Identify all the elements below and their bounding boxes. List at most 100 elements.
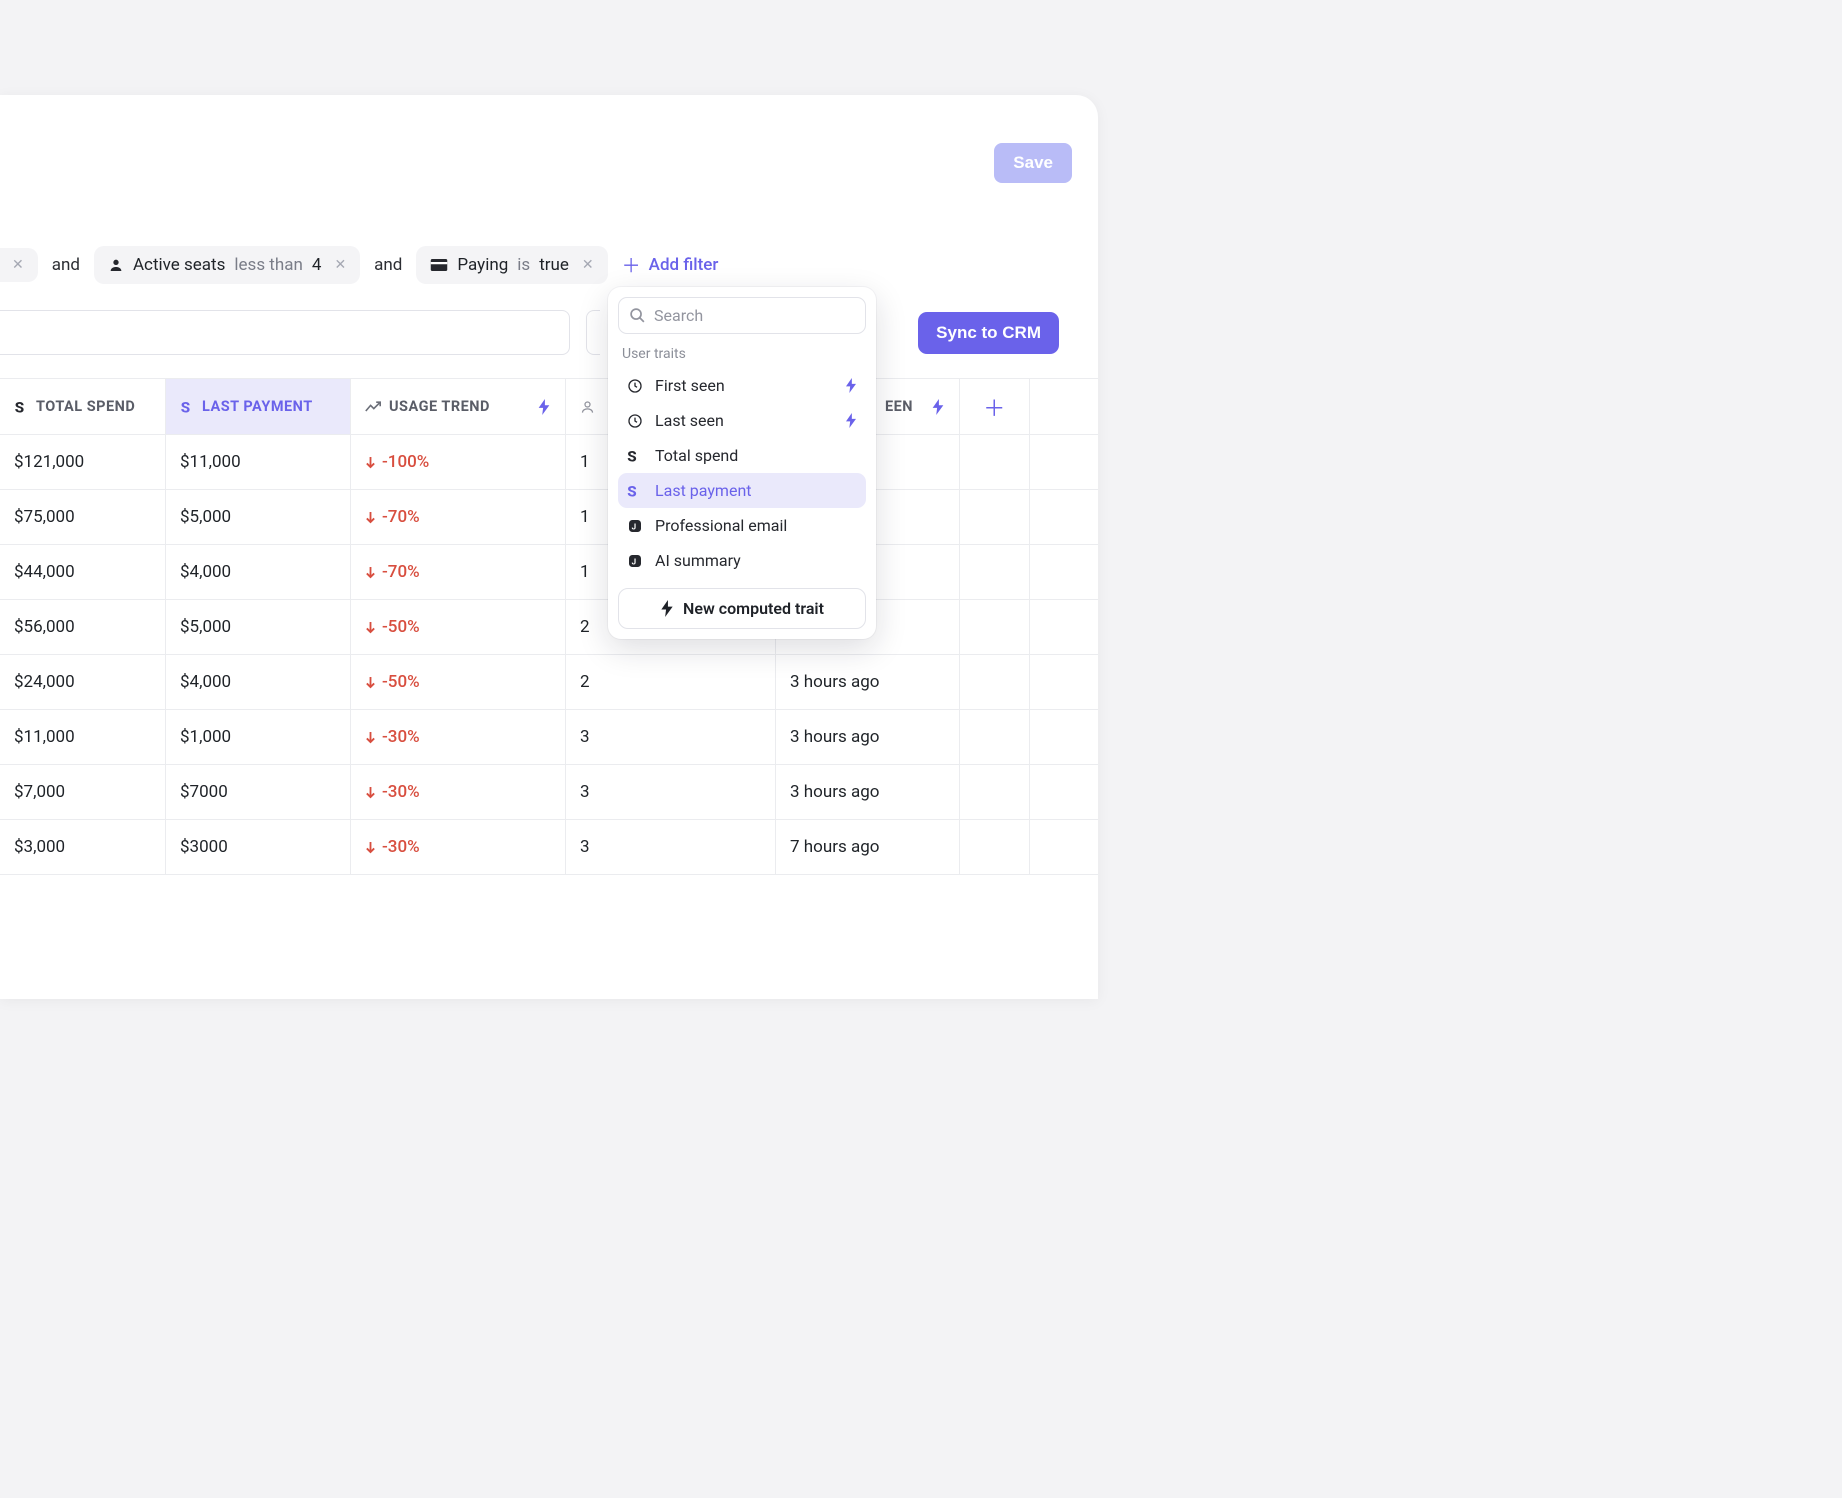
col-label: Last Payment: [202, 398, 313, 415]
cell-seen: 3 hours ago: [776, 710, 960, 764]
close-icon[interactable]: ✕: [582, 257, 594, 273]
main-panel: Save ✕ and Active seats less than 4 ✕ an…: [0, 95, 1098, 999]
col-total-spend[interactable]: S Total Spend: [0, 379, 166, 434]
badge-icon: J: [627, 553, 645, 569]
cell-usage-trend: -70%: [351, 545, 566, 599]
trait-option-last-payment[interactable]: S Last payment: [618, 473, 866, 508]
trait-option-last-seen[interactable]: Last seen: [618, 403, 866, 438]
cell-empty: [960, 545, 1030, 599]
stripe-icon: S: [14, 399, 28, 415]
trait-option-label: First seen: [655, 376, 725, 395]
stripe-icon: S: [180, 399, 194, 415]
cell-last-payment: $7000: [166, 765, 351, 819]
table-row[interactable]: $24,000$4,000-50%23 hours ago: [0, 655, 1098, 710]
cell-usage-trend: -100%: [351, 435, 566, 489]
cell-count: 3: [566, 765, 776, 819]
cell-usage-trend: -50%: [351, 655, 566, 709]
svg-text:S: S: [15, 399, 25, 415]
svg-text:S: S: [627, 483, 636, 499]
cell-total-spend: $24,000: [0, 655, 166, 709]
new-computed-trait-button[interactable]: New computed trait: [618, 588, 866, 629]
chip-value: 4: [312, 255, 322, 275]
bolt-icon: [845, 378, 857, 393]
table-row[interactable]: $121,000$11,000-100%1: [0, 435, 1098, 490]
cell-last-payment: $1,000: [166, 710, 351, 764]
cell-empty: [960, 435, 1030, 489]
cell-total-spend: $56,000: [0, 600, 166, 654]
trait-search-input[interactable]: Search: [618, 297, 866, 334]
col-label-partial: een: [885, 398, 913, 415]
cell-total-spend: $121,000: [0, 435, 166, 489]
card-icon: [430, 258, 448, 272]
search-placeholder: Search: [654, 306, 703, 325]
filter-chip-paying[interactable]: Paying is true ✕: [416, 246, 607, 284]
search-icon: [629, 307, 646, 324]
table-row[interactable]: $56,000$5,000-50%2o: [0, 600, 1098, 655]
filter-chip-active-seats[interactable]: Active seats less than 4 ✕: [94, 246, 360, 284]
col-label: Usage Trend: [389, 398, 490, 415]
cell-last-payment: $5,000: [166, 600, 351, 654]
trait-option-professional-email[interactable]: J Professional email: [618, 508, 866, 543]
trait-option-label: Total spend: [655, 446, 738, 465]
search-input-outline[interactable]: [0, 310, 570, 355]
trait-option-first-seen[interactable]: First seen: [618, 368, 866, 403]
save-button[interactable]: Save: [994, 143, 1072, 183]
clock-icon: [627, 378, 645, 394]
table-row[interactable]: $75,000$5,000-70%1: [0, 490, 1098, 545]
table-row[interactable]: $3,000$3000-30%37 hours ago: [0, 820, 1098, 875]
cell-seen: 7 hours ago: [776, 820, 960, 874]
svg-text:S: S: [627, 448, 636, 464]
cell-total-spend: $75,000: [0, 490, 166, 544]
trait-option-label: Professional email: [655, 516, 787, 535]
popover-section-title: User traits: [622, 346, 862, 362]
adjacent-control-outline[interactable]: [586, 310, 600, 355]
add-filter-label: Add filter: [649, 255, 719, 275]
cell-count: 3: [566, 710, 776, 764]
trait-option-ai-summary[interactable]: JAI summary: [618, 543, 866, 578]
close-icon[interactable]: ✕: [334, 257, 346, 273]
person-icon: [580, 399, 595, 415]
col-last-payment[interactable]: S Last Payment: [166, 379, 351, 434]
clock-icon: [627, 413, 645, 429]
trait-option-label: Last payment: [655, 481, 752, 500]
close-icon[interactable]: ✕: [12, 257, 24, 273]
col-usage-trend[interactable]: Usage Trend: [351, 379, 566, 434]
chip-label: Paying: [457, 255, 508, 275]
bolt-icon: [537, 399, 551, 415]
cell-last-payment: $11,000: [166, 435, 351, 489]
stripe-icon: S: [627, 483, 645, 499]
cell-count: 2: [566, 655, 776, 709]
filter-chip-partial[interactable]: ✕: [0, 248, 38, 282]
cell-usage-trend: -50%: [351, 600, 566, 654]
cell-empty: [960, 655, 1030, 709]
stripe-icon: S: [627, 448, 645, 464]
cell-total-spend: $11,000: [0, 710, 166, 764]
chip-op: is: [517, 255, 530, 275]
table-row[interactable]: $11,000$1,000-30%33 hours ago: [0, 710, 1098, 765]
cell-total-spend: $44,000: [0, 545, 166, 599]
badge-icon: J: [627, 518, 645, 534]
trend-icon: [365, 401, 381, 413]
new-trait-label: New computed trait: [683, 599, 824, 618]
table-header: S Total Spend S Last Payment Usage Trend…: [0, 379, 1098, 435]
filter-bar: ✕ and Active seats less than 4 ✕ and Pay…: [0, 245, 1098, 285]
trait-option-total-spend[interactable]: S Total spend: [618, 438, 866, 473]
cell-usage-trend: -30%: [351, 765, 566, 819]
person-icon: [108, 257, 124, 273]
cell-usage-trend: -70%: [351, 490, 566, 544]
cell-seen: 3 hours ago: [776, 765, 960, 819]
bolt-icon: [660, 600, 674, 617]
sync-to-crm-button[interactable]: Sync to CRM: [918, 312, 1059, 354]
table-row[interactable]: $44,000$4,000-70%1o: [0, 545, 1098, 600]
plus-icon: ＋: [983, 391, 1006, 423]
add-column-button[interactable]: ＋: [960, 379, 1030, 434]
trait-picker-popover: Search User traits First seen Last seen S T…: [608, 287, 876, 639]
trait-option-label: Last seen: [655, 411, 724, 430]
cell-count: 3: [566, 820, 776, 874]
col-label: Total Spend: [36, 398, 135, 415]
table-row[interactable]: $7,000$7000-30%33 hours ago: [0, 765, 1098, 820]
add-filter-button[interactable]: ＋ Add filter: [622, 255, 719, 275]
svg-text:J: J: [632, 557, 636, 566]
cell-seen: 3 hours ago: [776, 655, 960, 709]
plus-icon: ＋: [622, 256, 641, 275]
